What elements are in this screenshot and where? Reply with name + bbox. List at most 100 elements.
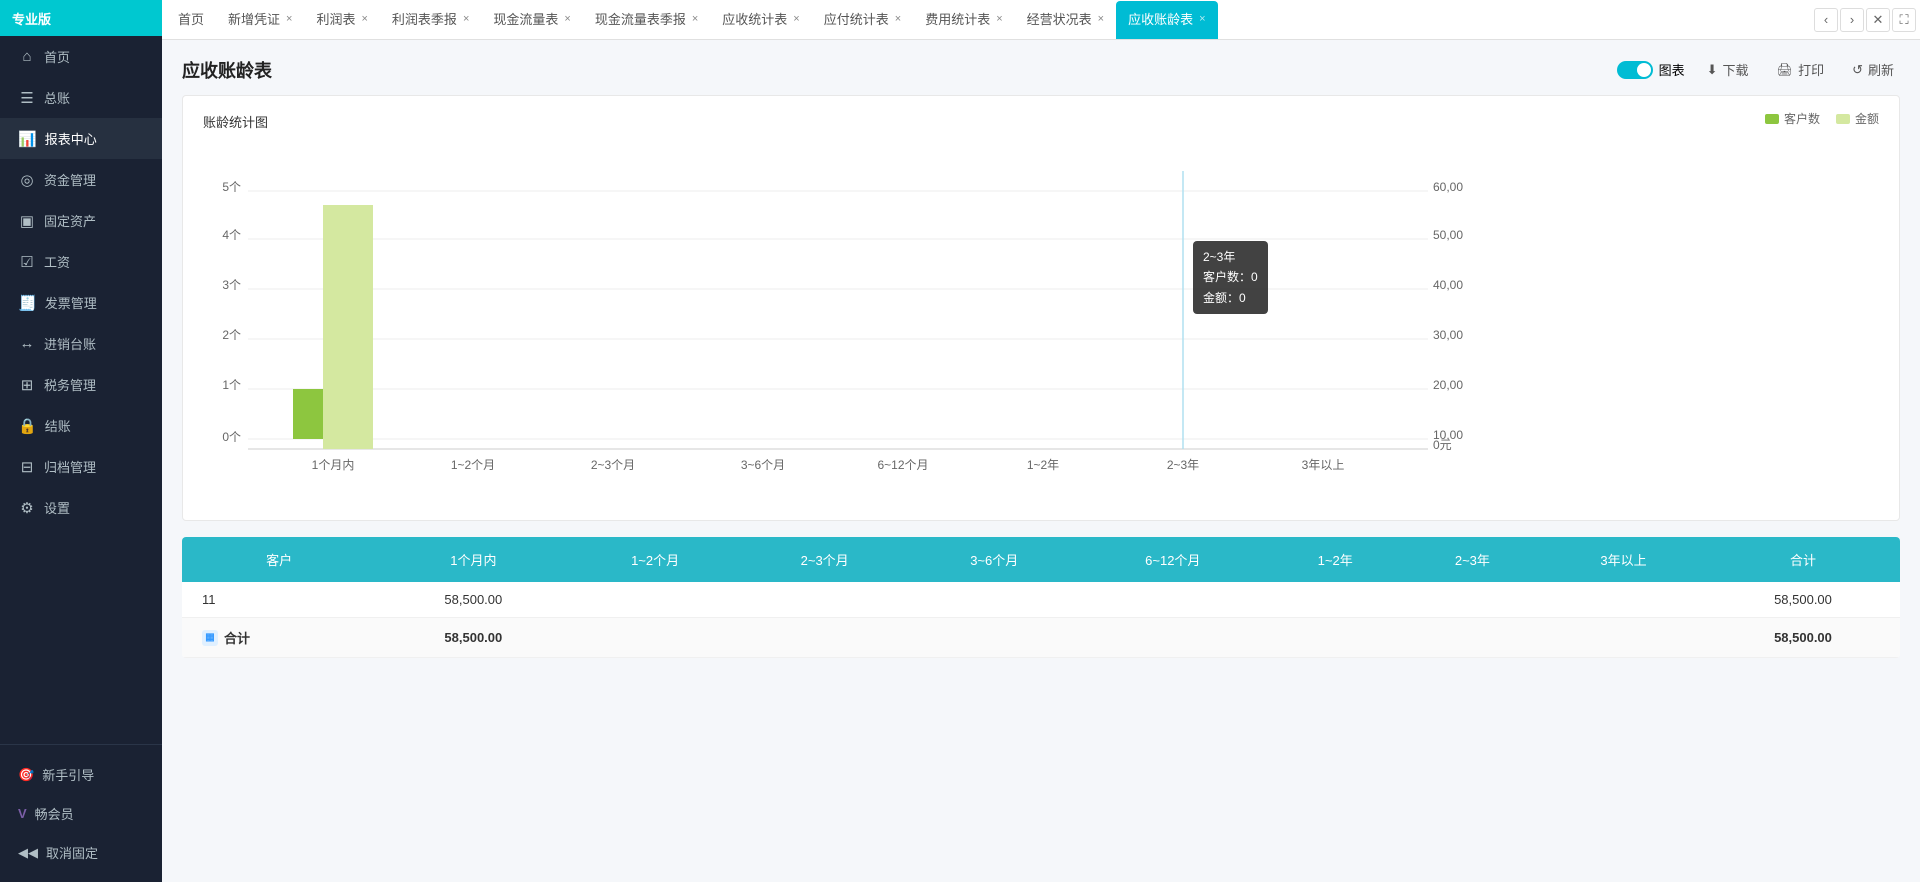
tab-receivable-aging[interactable]: 应收账龄表 × [1116,1,1217,39]
sidebar-item-ledger[interactable]: ☰ 总账 [0,77,162,118]
cell-customer: 11 [182,582,376,618]
legend-amount: 金额 [1836,110,1879,127]
svg-text:30,000.00元: 30,000.00元 [1433,328,1463,342]
chart-toggle-group: 图表 [1617,60,1685,79]
tab-cashflow-quarter[interactable]: 现金流量表季报 × [583,1,710,39]
tab-profit-quarter[interactable]: 利润表季报 × [380,1,481,39]
reports-icon: 📊 [18,130,37,148]
svg-text:2~3年: 2~3年 [1167,458,1199,472]
cell-m8 [1541,582,1706,618]
tab-close-receivable-aging[interactable]: × [1199,13,1205,25]
svg-text:3~6个月: 3~6个月 [741,458,785,472]
sidebar-item-label: 归档管理 [44,457,96,476]
tab-close-new-voucher[interactable]: × [286,13,292,25]
close-accounts-icon: 🔒 [18,417,37,435]
chart-title: 账龄统计图 [203,112,1879,131]
tab-close-cashflow-quarter[interactable]: × [692,13,698,25]
total-m5 [1079,618,1267,658]
sidebar-item-label: 固定资产 [44,211,96,230]
svg-text:50,000.00元: 50,000.00元 [1433,228,1463,242]
sidebar-item-assets[interactable]: ▣ 固定资产 [0,200,162,241]
total-icon: ▦ [202,630,218,646]
svg-text:6~12个月: 6~12个月 [877,458,928,472]
guide-icon: 🎯 [18,767,34,783]
sidebar-item-reports[interactable]: 📊 报表中心 [0,118,162,159]
tab-bar: 首页 新增凭证 × 利润表 × 利润表季报 × 现金流量表 × 现金流量表季报 … [162,0,1920,40]
col-m8: 3年以上 [1541,537,1706,582]
tab-profit[interactable]: 利润表 × [304,1,379,39]
bar-m1-customer [293,389,323,439]
chart-toggle[interactable] [1617,61,1653,79]
download-icon: ⬇ [1707,62,1718,78]
sidebar-item-salary[interactable]: ☑ 工资 [0,241,162,282]
sidebar-item-label: 税务管理 [44,375,96,394]
col-customer: 客户 [182,537,376,582]
sidebar-item-settings[interactable]: ⚙ 设置 [0,487,162,528]
download-button[interactable]: ⬇ 下载 [1701,56,1755,83]
sidebar-item-label: 报表中心 [45,129,97,148]
sidebar-item-label: 工资 [44,252,70,271]
tab-home[interactable]: 首页 [166,1,216,39]
sidebar-item-label: 发票管理 [45,293,97,312]
chart-svg: 5个 4个 3个 2个 1个 0个 60,000.00元 50,000.00元 … [203,141,1463,501]
sidebar-item-unpin[interactable]: ◀◀ 取消固定 [0,833,162,872]
tab-business-status[interactable]: 经营状况表 × [1015,1,1116,39]
tab-scroll-left[interactable]: ‹ [1814,8,1838,32]
ledger-icon: ☰ [18,89,36,107]
sidebar-item-sales[interactable]: ↔ 进销台账 [0,323,162,364]
funds-icon: ◎ [18,171,36,189]
svg-text:60,000.00元: 60,000.00元 [1433,180,1463,194]
total-total: 58,500.00 [1706,618,1900,658]
svg-text:2个: 2个 [222,328,241,342]
cell-m3 [740,582,910,618]
svg-text:4个: 4个 [222,228,241,242]
sidebar-item-tax[interactable]: ⊞ 税务管理 [0,364,162,405]
tab-scroll-right[interactable]: › [1840,8,1864,32]
bar-m1-amount [323,205,373,449]
svg-text:5个: 5个 [222,180,241,194]
tab-new-voucher[interactable]: 新增凭证 × [216,1,304,39]
total-m3 [740,618,910,658]
svg-text:1~2年: 1~2年 [1027,458,1059,472]
sidebar-item-funds[interactable]: ◎ 资金管理 [0,159,162,200]
tab-close-cashflow[interactable]: × [564,13,570,25]
tab-close-receivable-stats[interactable]: × [793,13,799,25]
svg-text:1个月内: 1个月内 [312,458,355,472]
refresh-icon: ↺ [1852,62,1863,78]
header-actions: 图表 ⬇ 下载 🖨 打印 ↺ 刷新 [1617,56,1900,83]
sidebar-item-member[interactable]: V 畅会员 [0,794,162,833]
tab-payable-stats[interactable]: 应付统计表 × [812,1,913,39]
tab-close-profit[interactable]: × [361,13,367,25]
print-button[interactable]: 🖨 打印 [1771,56,1831,83]
cell-m1: 58,500.00 [376,582,570,618]
sidebar-item-label: 结账 [45,416,71,435]
sidebar-item-guide[interactable]: 🎯 新手引导 [0,755,162,794]
sidebar-item-invoice[interactable]: 🧾 发票管理 [0,282,162,323]
total-m7 [1404,618,1541,658]
tab-close-profit-quarter[interactable]: × [463,13,469,25]
tab-expand[interactable]: ⛶ [1892,8,1916,32]
tab-cashflow[interactable]: 现金流量表 × [481,1,582,39]
sidebar-item-label: 进销台账 [44,334,96,353]
tab-expense-stats[interactable]: 费用统计表 × [913,1,1014,39]
tab-close-expense-stats[interactable]: × [996,13,1002,25]
invoice-icon: 🧾 [18,294,37,312]
sidebar-item-close[interactable]: 🔒 结账 [0,405,162,446]
sidebar-logo: 专业版 [0,0,162,36]
tab-close-payable-stats[interactable]: × [895,13,901,25]
tab-close-all[interactable]: ✕ [1866,8,1890,32]
cell-m4 [909,582,1079,618]
chart-toggle-label: 图表 [1659,60,1685,79]
tab-receivable-stats[interactable]: 应收统计表 × [710,1,811,39]
member-icon: V [18,806,27,821]
col-m1: 1个月内 [376,537,570,582]
sidebar-item-label: 资金管理 [44,170,96,189]
tab-close-business-status[interactable]: × [1098,13,1104,25]
table-row: 11 58,500.00 58,500.00 [182,582,1900,618]
table-header-row: 客户 1个月内 1~2个月 2~3个月 3~6个月 6~12个月 1~2年 2~… [182,537,1900,582]
total-m4 [909,618,1079,658]
sidebar-item-archive[interactable]: ⊟ 归档管理 [0,446,162,487]
sidebar-item-home[interactable]: ⌂ 首页 [0,36,162,77]
refresh-button[interactable]: ↺ 刷新 [1846,56,1900,83]
col-m2: 1~2个月 [570,537,740,582]
